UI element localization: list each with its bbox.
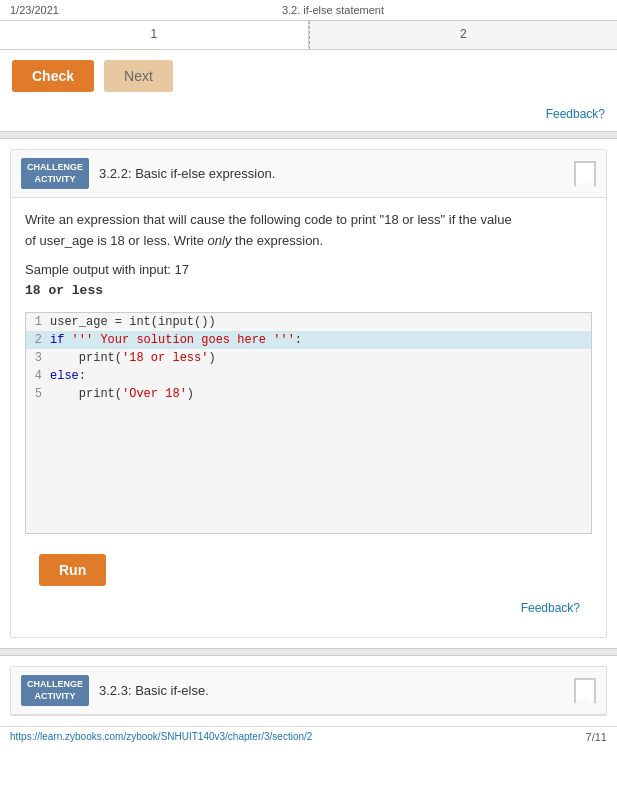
challenge-body-322: Write an expression that will cause the … [11, 198, 606, 637]
challenge-block-322: CHALLENGE ACTIVITY 3.2.2: Basic if-else … [10, 149, 607, 638]
run-button[interactable]: Run [39, 554, 106, 586]
bookmark-icon-322[interactable] [574, 161, 596, 187]
progress-tab-2[interactable]: 2 [309, 21, 618, 49]
feedback-row-2: Feedback? [25, 596, 592, 625]
code-line-5: 5 print('Over 18') [26, 385, 591, 403]
sample-output-value: 18 or less [25, 283, 592, 298]
code-empty-area[interactable] [26, 403, 591, 533]
check-next-row: Check Next [0, 50, 617, 102]
code-editor-322[interactable]: 1 user_age = int(input()) 2 if ''' Your … [25, 312, 592, 534]
progress-tabs: 1 2 [0, 21, 617, 49]
top-bar: 1/23/2021 3.2. if-else statement [0, 0, 617, 20]
challenge-header-323: CHALLENGE ACTIVITY 3.2.3: Basic if-else. [11, 667, 606, 715]
section-divider [0, 131, 617, 139]
check-button[interactable]: Check [12, 60, 94, 92]
section-title: 3.2. if-else statement [282, 4, 384, 16]
page-number: 7/11 [586, 731, 607, 743]
bottom-bar: https://learn.zybooks.com/zybook/SNHUIT1… [0, 726, 617, 747]
feedback-link-1[interactable]: Feedback? [546, 107, 605, 121]
next-button[interactable]: Next [104, 60, 173, 92]
challenge-badge-322: CHALLENGE ACTIVITY [21, 158, 89, 189]
date-label: 1/23/2021 [10, 4, 59, 16]
challenge-header-322: CHALLENGE ACTIVITY 3.2.2: Basic if-else … [11, 150, 606, 198]
bookmark-icon-323[interactable] [574, 678, 596, 704]
challenge-block-323: CHALLENGE ACTIVITY 3.2.3: Basic if-else. [10, 666, 607, 716]
sample-output-label: Sample output with input: 17 [25, 262, 592, 277]
challenge-description-322: Write an expression that will cause the … [25, 210, 592, 252]
code-line-3: 3 print('18 or less') [26, 349, 591, 367]
feedback-link-2[interactable]: Feedback? [521, 601, 580, 615]
code-line-4: 4 else: [26, 367, 591, 385]
challenge-title-322: 3.2.2: Basic if-else expression. [99, 166, 574, 181]
challenge-title-323: 3.2.3: Basic if-else. [99, 683, 574, 698]
url-label: https://learn.zybooks.com/zybook/SNHUIT1… [10, 731, 312, 743]
feedback-row-1: Feedback? [0, 102, 617, 131]
run-row: Run [25, 544, 592, 596]
progress-tab-1[interactable]: 1 [0, 21, 309, 49]
code-line-1: 1 user_age = int(input()) [26, 313, 591, 331]
progress-section: 1 2 [0, 20, 617, 50]
code-line-2: 2 if ''' Your solution goes here ''': [26, 331, 591, 349]
challenge-badge-323: CHALLENGE ACTIVITY [21, 675, 89, 706]
section-divider-2 [0, 648, 617, 656]
